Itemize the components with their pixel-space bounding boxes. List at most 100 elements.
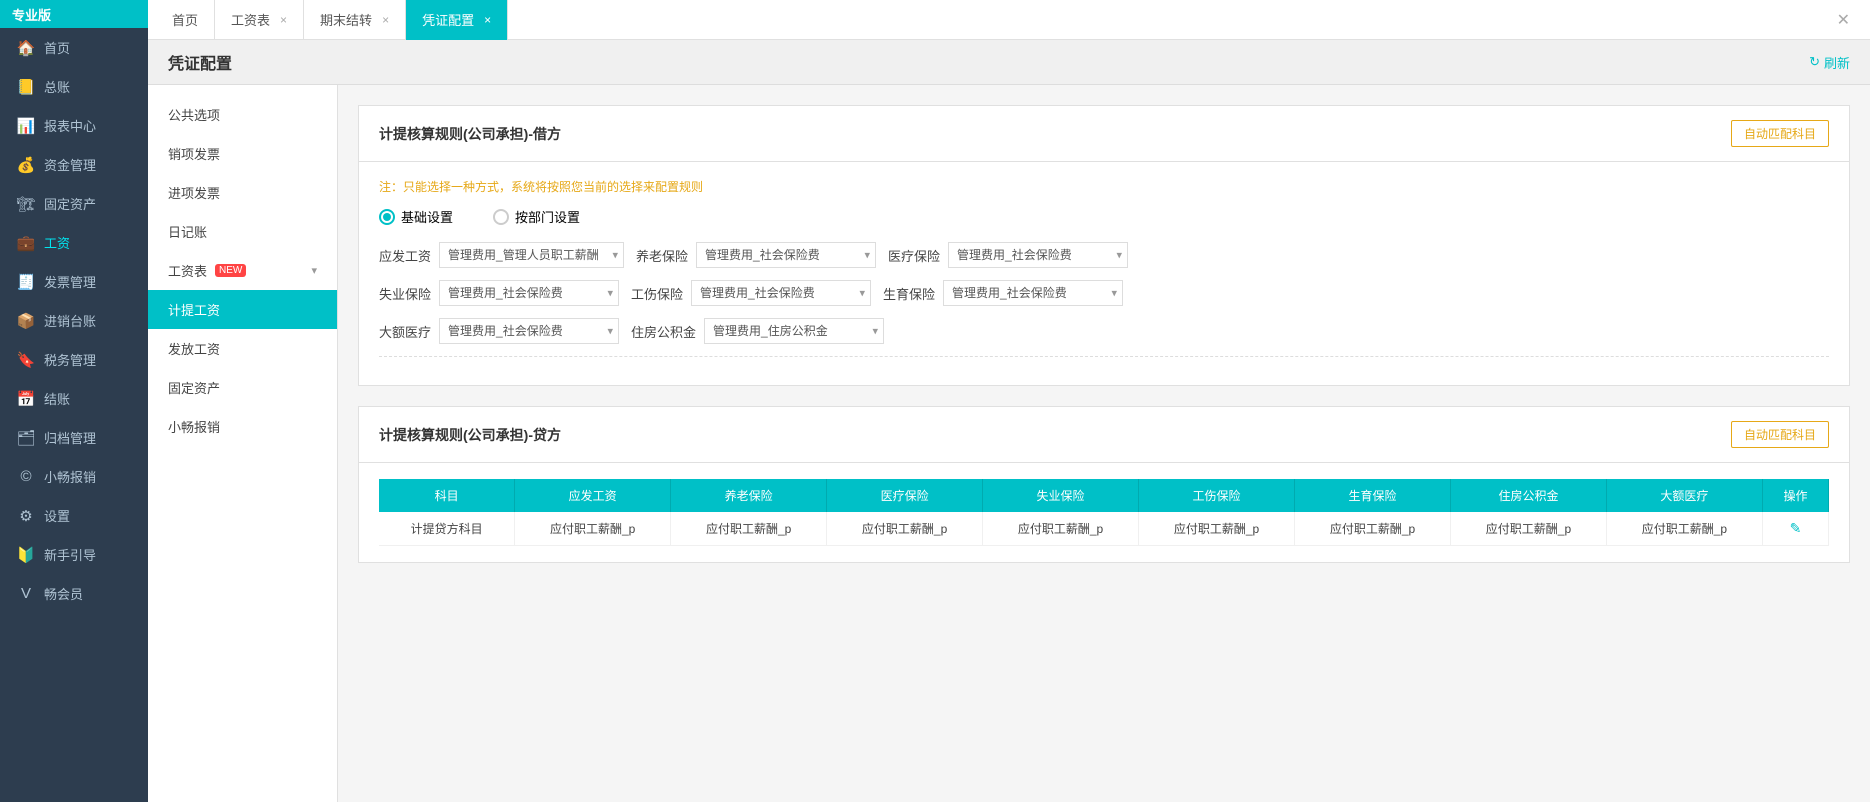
select-medical[interactable]: 管理费用_社会保险费 [948,242,1128,268]
label-pension: 养老保险 [636,246,688,265]
select-pension[interactable]: 管理费用_社会保险费 [696,242,876,268]
sidebar-item-settings[interactable]: ⚙ 设置 [0,496,148,535]
divider [379,356,1829,357]
radio-department[interactable]: 按部门设置 [493,207,580,226]
radio-basic[interactable]: 基础设置 [379,207,453,226]
left-nav-pay-label: 发放工资 [168,339,220,358]
td-unemployment: 应付职工薪酬_p [983,512,1139,546]
settings-icon: ⚙ [16,507,36,525]
select-wrapper-workinjury: 管理费用_社会保险费 [691,280,871,306]
sidebar-label-xiaochange: 小畅报销 [44,467,96,486]
left-nav-journal[interactable]: 日记账 [148,212,337,251]
tab-salary-table-close[interactable]: × [280,13,287,27]
tab-voucher-config[interactable]: 凭证配置 × [406,0,508,40]
debit-section: 计提核算规则(公司承担)-借方 自动匹配科目 注：只能选择一种方式，系统将按照您… [358,105,1850,386]
refresh-button[interactable]: ↻ 刷新 [1809,53,1850,72]
tab-home[interactable]: 首页 [156,0,215,40]
td-housing: 应付职工薪酬_p [1450,512,1606,546]
sidebar-label-home: 首页 [44,38,70,57]
main-content: 首页 工资表 × 期末结转 × 凭证配置 × ✕ 凭证配置 ↻ 刷新 公共选项 [148,0,1870,802]
sidebar-label-report: 报表中心 [44,116,96,135]
left-nav-fixed-assets[interactable]: 固定资产 [148,368,337,407]
sidebar-item-salary[interactable]: 💼 工资 [0,223,148,262]
tab-salary-table[interactable]: 工资表 × [215,0,304,40]
debit-auto-match-button[interactable]: 自动匹配科目 [1731,120,1829,147]
label-medical: 医疗保险 [888,246,940,265]
credit-section: 计提核算规则(公司承担)-贷方 自动匹配科目 科目 应发工资 养老保险 医疗保险… [358,406,1850,563]
select-housing-fund[interactable]: 管理费用_住房公积金 [704,318,884,344]
archive-icon: 🗂 [16,429,36,447]
invoice-icon: 🧾 [16,273,36,291]
left-nav-sales-invoice[interactable]: 销项发票 [148,134,337,173]
tab-period-carry[interactable]: 期末结转 × [304,0,406,40]
left-nav-purchase-invoice[interactable]: 进项发票 [148,173,337,212]
td-action[interactable]: ✎ [1762,512,1828,546]
field-housing-fund: 住房公积金 管理费用_住房公积金 [631,318,884,344]
sidebar-item-xiaochange[interactable]: © 小畅报销 [0,457,148,496]
field-pension: 养老保险 管理费用_社会保险费 [636,242,876,268]
credit-table-header-row: 科目 应发工资 养老保险 医疗保险 失业保险 工伤保险 生育保险 住房公积金 大… [379,479,1829,512]
close-all-button[interactable]: ✕ [1825,10,1862,30]
app-name: 专业版 [12,5,51,24]
th-major-medical: 大额医疗 [1606,479,1762,512]
td-applied-salary: 应付职工薪酬_p [515,512,671,546]
debit-section-header: 计提核算规则(公司承担)-借方 自动匹配科目 [359,106,1849,162]
left-nav-journal-label: 日记账 [168,222,207,241]
select-applied-salary[interactable]: 管理费用_管理人员职工薪酬 [439,242,624,268]
td-medical: 应付职工薪酬_p [827,512,983,546]
inventory-icon: 📦 [16,312,36,330]
th-workinjury: 工伤保险 [1139,479,1295,512]
left-nav-pay-salary[interactable]: 发放工资 [148,329,337,368]
select-wrapper-housing-fund: 管理费用_住房公积金 [704,318,884,344]
close-icon: 📅 [16,390,36,408]
sidebar-item-member[interactable]: V 畅会员 [0,574,148,613]
tax-icon: 🔖 [16,351,36,369]
radio-department-dot [493,209,509,225]
sidebar-item-inventory[interactable]: 📦 进销台账 [0,301,148,340]
left-nav-public[interactable]: 公共选项 [148,95,337,134]
td-subject: 计提贷方科目 [379,512,515,546]
td-major-medical: 应付职工薪酬_p [1606,512,1762,546]
sidebar-item-assets[interactable]: 🏗 固定资产 [0,184,148,223]
select-wrapper-maternity: 管理费用_社会保险费 [943,280,1123,306]
field-unemployment: 失业保险 管理费用_社会保险费 [379,280,619,306]
sidebar-label-tax: 税务管理 [44,350,96,369]
left-nav-salary-table[interactable]: 工资表 NEW ▾ [148,251,337,290]
table-row: 计提贷方科目 应付职工薪酬_p 应付职工薪酬_p 应付职工薪酬_p 应付职工薪酬… [379,512,1829,546]
sidebar-item-funds[interactable]: 💰 资金管理 [0,145,148,184]
sidebar-item-invoice[interactable]: 🧾 发票管理 [0,262,148,301]
select-maternity[interactable]: 管理费用_社会保险费 [943,280,1123,306]
tab-period-carry-close[interactable]: × [382,13,389,27]
edit-icon[interactable]: ✎ [1790,520,1802,536]
tab-voucher-config-label: 凭证配置 [422,10,474,29]
sidebar-item-report[interactable]: 📊 报表中心 [0,106,148,145]
select-major-medical[interactable]: 管理费用_社会保险费 [439,318,619,344]
select-unemployment[interactable]: 管理费用_社会保险费 [439,280,619,306]
sidebar-label-archive: 归档管理 [44,428,96,447]
left-nav-petty-cash[interactable]: 小畅报销 [148,407,337,446]
xiaochange-icon: © [16,468,36,485]
label-workinjury: 工伤保险 [631,284,683,303]
sidebar-item-ledger[interactable]: 📒 总账 [0,67,148,106]
th-applied-salary: 应发工资 [515,479,671,512]
left-nav-public-label: 公共选项 [168,105,220,124]
left-nav-calc-salary[interactable]: 计提工资 [148,290,337,329]
sidebar-item-home[interactable]: 🏠 首页 [0,28,148,67]
credit-auto-match-button[interactable]: 自动匹配科目 [1731,421,1829,448]
label-housing-fund: 住房公积金 [631,322,696,341]
left-nav-purchase-label: 进项发票 [168,183,220,202]
sidebar-item-archive[interactable]: 🗂 归档管理 [0,418,148,457]
tab-voucher-config-close[interactable]: × [484,13,491,27]
label-major-medical: 大额医疗 [379,322,431,341]
select-wrapper-applied-salary: 管理费用_管理人员职工薪酬 [439,242,624,268]
ledger-icon: 📒 [16,78,36,96]
sidebar-item-close[interactable]: 📅 结账 [0,379,148,418]
member-icon: V [16,585,36,602]
report-icon: 📊 [16,117,36,135]
tab-period-carry-label: 期末结转 [320,10,372,29]
sidebar-label-member: 畅会员 [44,584,83,603]
select-workinjury[interactable]: 管理费用_社会保险费 [691,280,871,306]
sidebar-item-guide[interactable]: 🔰 新手引导 [0,535,148,574]
sidebar-item-tax[interactable]: 🔖 税务管理 [0,340,148,379]
debit-section-body: 注：只能选择一种方式，系统将按照您当前的选择来配置规则 基础设置 按部门设置 [359,162,1849,385]
